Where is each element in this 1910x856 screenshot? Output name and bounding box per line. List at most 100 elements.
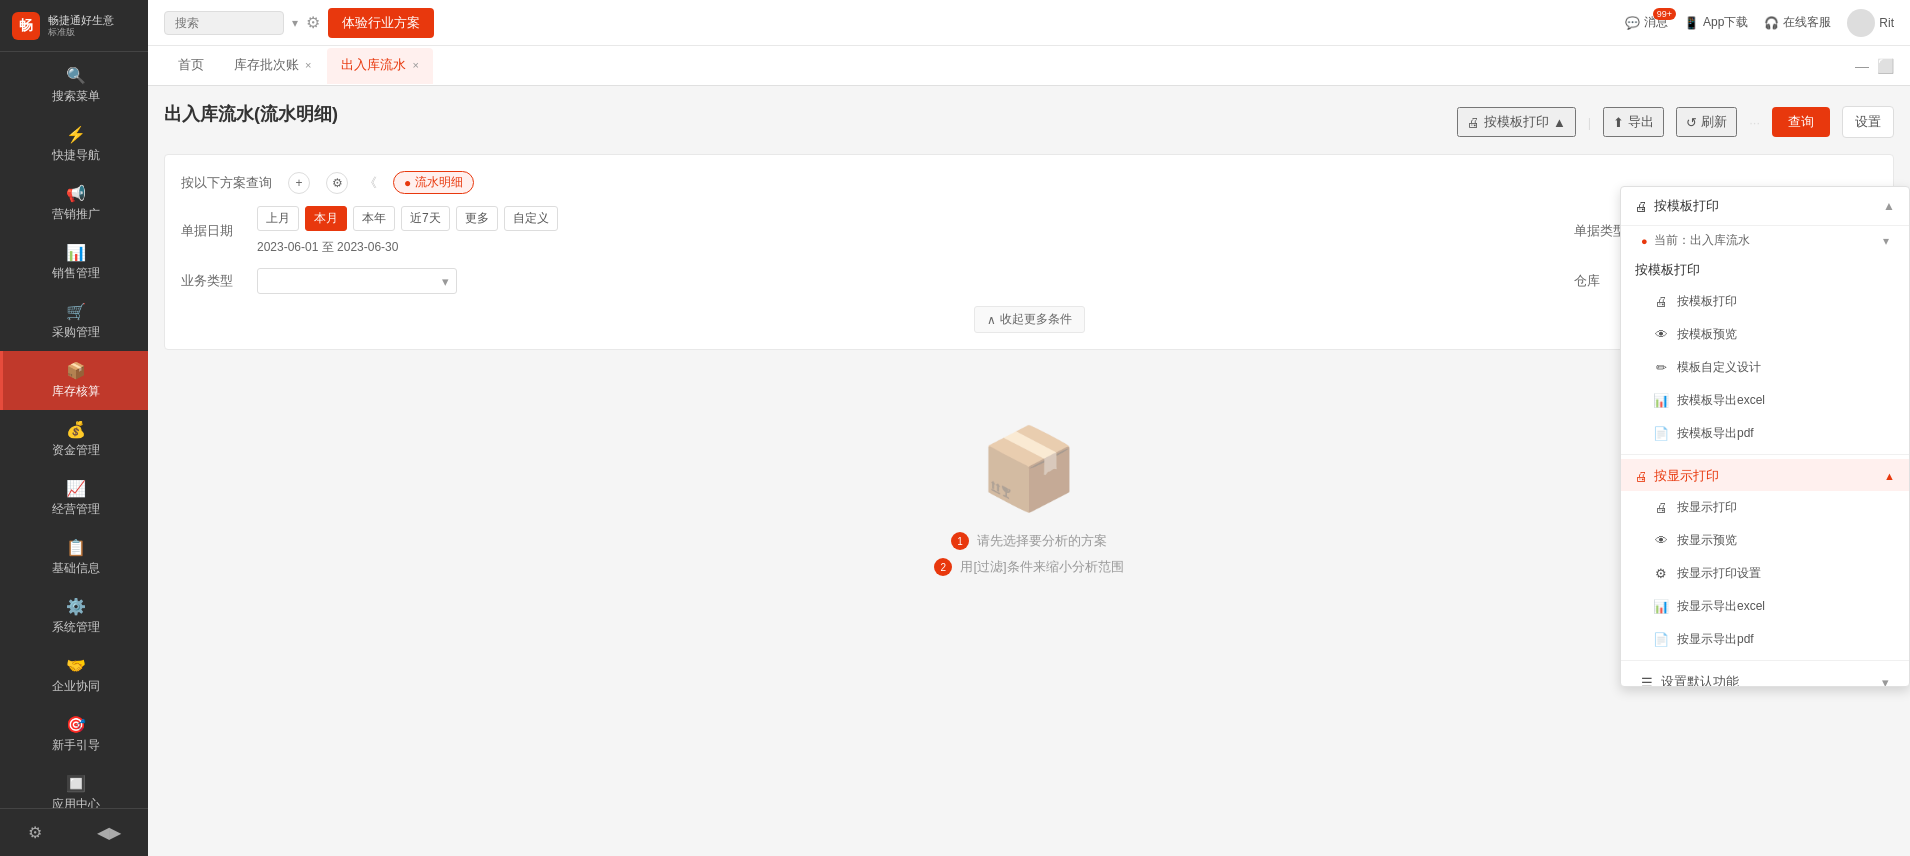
sidebar-item-purchase[interactable]: 🛒采购管理 [0, 292, 148, 351]
template-item-3[interactable]: 📊按模板导出excel [1621, 384, 1909, 417]
refresh-btn[interactable]: ↺ 刷新 [1676, 107, 1737, 137]
date-btn-自定义[interactable]: 自定义 [504, 206, 558, 231]
sidebar-item-finance[interactable]: 💰资金管理 [0, 410, 148, 469]
export-btn[interactable]: ⬆ 导出 [1603, 107, 1664, 137]
settings-icon[interactable]: ⚙ [24, 819, 46, 846]
tab-home[interactable]: 首页 [164, 48, 218, 84]
template-item-1[interactable]: 👁按模板预览 [1621, 318, 1909, 351]
sidebar-item-sales[interactable]: 📊销售管理 [0, 233, 148, 292]
app-download-btn[interactable]: 📱 App下载 [1684, 14, 1748, 31]
app-download-label: App下载 [1703, 14, 1748, 31]
export-icon: ⬆ [1613, 115, 1624, 130]
topbar-left: ▾ ⚙ 体验行业方案 [164, 8, 1625, 38]
sidebar-item-basics[interactable]: 📋基础信息 [0, 528, 148, 587]
item-icon: 📊 [1653, 599, 1669, 615]
maximize-icon[interactable]: ⬜ [1877, 58, 1894, 74]
date-btn-上月[interactable]: 上月 [257, 206, 299, 231]
display-item-3[interactable]: 📊按显示导出excel [1621, 590, 1909, 623]
date-btn-更多[interactable]: 更多 [456, 206, 498, 231]
sidebar-item-marketing[interactable]: 📢营销推广 [0, 174, 148, 233]
display-print-icon: 🖨 [1635, 469, 1648, 484]
item-label: 模板自定义设计 [1677, 359, 1761, 376]
query-btn[interactable]: 查询 [1772, 107, 1830, 137]
item-label: 按显示打印设置 [1677, 565, 1761, 582]
template-section-label: 按模板打印 [1635, 261, 1700, 279]
sidebar-item-apps[interactable]: 🔲应用中心 [0, 764, 148, 808]
industry-btn[interactable]: 体验行业方案 [328, 8, 434, 38]
sidebar-item-label: 系统管理 [52, 619, 100, 636]
sidebar-item-inventory[interactable]: 📦库存核算 [0, 351, 148, 410]
user-menu[interactable]: Rit [1847, 9, 1894, 37]
template-print-btn[interactable]: 🖨 按模板打印 ▲ [1457, 107, 1576, 137]
filter-settings-btn[interactable]: ⚙ [326, 172, 348, 194]
refresh-label: 刷新 [1701, 113, 1727, 131]
date-btn-本月[interactable]: 本月 [305, 206, 347, 231]
tab-close-icon[interactable]: × [305, 59, 311, 71]
display-section-chevron-up-icon[interactable]: ▲ [1884, 470, 1895, 482]
sidebar-item-enterprise[interactable]: 🤝企业协同 [0, 646, 148, 705]
message-btn[interactable]: 💬 消息 99+ [1625, 14, 1668, 31]
item-label: 按模板预览 [1677, 326, 1737, 343]
tab-label: 首页 [178, 56, 204, 74]
divider [1621, 454, 1909, 455]
step-2-num: 2 [934, 558, 952, 576]
set-default-label: 设置默认功能 [1661, 673, 1739, 686]
export-label: 导出 [1628, 113, 1654, 131]
display-section-label: 按显示打印 [1654, 467, 1719, 485]
refresh-icon: ↺ [1686, 115, 1697, 130]
dropdown-chevron-up-icon[interactable]: ▲ [1883, 199, 1895, 213]
dropdown-arrow-icon[interactable]: ▾ [292, 16, 298, 30]
apps-icon: 🔲 [66, 774, 86, 793]
search-input[interactable] [164, 11, 284, 35]
template-item-0[interactable]: 🖨按模板打印 [1621, 285, 1909, 318]
item-icon: ⚙ [1653, 566, 1669, 582]
finance-icon: 💰 [66, 420, 86, 439]
date-options: 上月本月本年近7天更多自定义 2023-06-01 至 2023-06-30 [257, 206, 558, 256]
collapse-sidebar-icon[interactable]: ◀▶ [93, 819, 125, 846]
biz-type-select[interactable] [257, 268, 457, 294]
display-item-0[interactable]: 🖨按显示打印 [1621, 491, 1909, 524]
tab-flow[interactable]: 出入库流水× [327, 48, 432, 84]
biz-type-label: 业务类型 [181, 272, 241, 290]
display-item-4[interactable]: 📄按显示导出pdf [1621, 623, 1909, 656]
current-left: ● 当前：出入库流水 [1641, 232, 1750, 249]
settings-btn[interactable]: 设置 [1842, 106, 1894, 138]
date-btn-本年[interactable]: 本年 [353, 206, 395, 231]
display-item-1[interactable]: 👁按显示预览 [1621, 524, 1909, 557]
logo-icon: 畅 [12, 12, 40, 40]
online-service-btn[interactable]: 🎧 在线客服 [1764, 14, 1831, 31]
sidebar-item-search[interactable]: 🔍搜索菜单 [0, 56, 148, 115]
sidebar-item-newbie[interactable]: 🎯新手引导 [0, 705, 148, 764]
sidebar-item-label: 搜索菜单 [52, 88, 100, 105]
item-icon: 📊 [1653, 393, 1669, 409]
filter-tag[interactable]: ● 流水明细 [393, 171, 474, 194]
dropdown-header-left: 🖨 按模板打印 [1635, 197, 1719, 215]
sidebar-item-operations[interactable]: 📈经营管理 [0, 469, 148, 528]
template-print-label: 按模板打印 [1484, 113, 1549, 131]
display-item-2[interactable]: ⚙ 按显示打印设置 [1621, 557, 1909, 590]
template-item-4[interactable]: 📄按模板导出pdf [1621, 417, 1909, 450]
sidebar-item-quicknav[interactable]: ⚡快捷导航 [0, 115, 148, 174]
sidebar-item-system[interactable]: ⚙️系统管理 [0, 587, 148, 646]
set-default-item[interactable]: ☰ 设置默认功能 ▾ [1621, 665, 1909, 686]
sidebar-item-label: 新手引导 [52, 737, 100, 754]
sidebar-item-label: 库存核算 [52, 383, 100, 400]
tab-close-icon[interactable]: × [412, 59, 418, 71]
item-icon: 🖨 [1653, 294, 1669, 310]
tab-batch[interactable]: 库存批次账× [220, 48, 325, 84]
basics-icon: 📋 [66, 538, 86, 557]
add-filter-btn[interactable]: + [288, 172, 310, 194]
item-label: 按显示预览 [1677, 532, 1737, 549]
gear-icon[interactable]: ⚙ [306, 13, 320, 32]
sidebar-item-label: 企业协同 [52, 678, 100, 695]
date-btn-近7天[interactable]: 近7天 [401, 206, 450, 231]
print-icon: 🖨 [1467, 115, 1480, 130]
empty-icon: 📦 [979, 422, 1079, 516]
current-arrow-icon: ▾ [1883, 234, 1889, 248]
dropdown-current-item: ● 当前：出入库流水 ▾ [1621, 226, 1909, 255]
avatar [1847, 9, 1875, 37]
collapse-btn[interactable]: ∧ 收起更多条件 [974, 306, 1085, 333]
template-item-2[interactable]: ✏模板自定义设计 [1621, 351, 1909, 384]
item-icon: 📄 [1653, 632, 1669, 648]
minimize-icon[interactable]: — [1855, 58, 1869, 74]
